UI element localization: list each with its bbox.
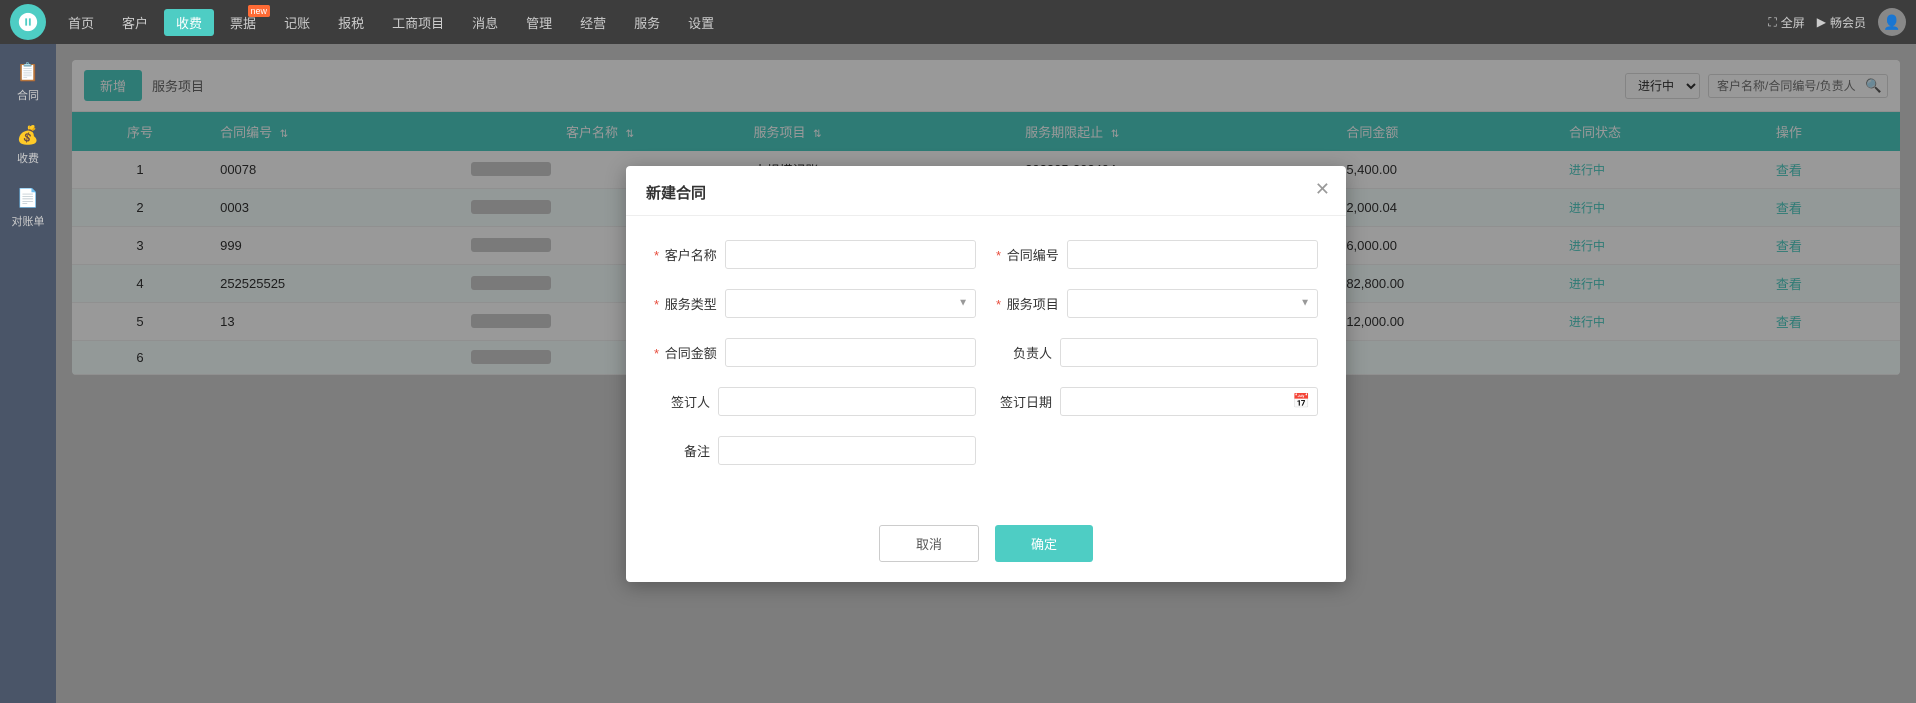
signer-input[interactable]	[718, 387, 976, 416]
signer-label: 签订人	[654, 392, 710, 411]
nav-item-manage[interactable]: 管理	[514, 9, 564, 36]
nav-item-message[interactable]: 消息	[460, 9, 510, 36]
service-item-label: * 服务项目	[996, 294, 1059, 313]
form-group-responsible: 负责人	[996, 338, 1318, 367]
amount-label: * 合同金额	[654, 343, 717, 362]
nav-item-operation[interactable]: 经营	[568, 9, 618, 36]
form-row-4: 签订人 签订日期 2023-06-06 📅	[654, 387, 1318, 416]
fee-icon: 💰	[17, 125, 39, 146]
modal-title: 新建合同	[646, 185, 706, 202]
contract-no-label: * 合同编号	[996, 245, 1059, 264]
nav-item-fee[interactable]: 收费	[164, 9, 214, 36]
required-star-1: *	[654, 248, 659, 263]
statement-icon: 📄	[17, 188, 39, 209]
nav-item-invoice[interactable]: 票据 new	[218, 9, 268, 36]
fullscreen-btn[interactable]: ⛶ 全屏	[1768, 14, 1804, 31]
fullscreen-icon: ⛶	[1768, 15, 1776, 30]
customer-label: * 客户名称	[654, 245, 717, 264]
modal-overlay: 新建合同 ✕ * 客户名称	[56, 44, 1916, 703]
play-icon: ▶	[1817, 15, 1826, 29]
contract-no-input[interactable]	[1067, 240, 1318, 269]
responsible-input[interactable]	[1060, 338, 1318, 367]
amount-input[interactable]: 0.00	[725, 338, 976, 367]
nav-right: ⛶ 全屏 ▶ 畅会员 👤	[1768, 8, 1906, 36]
form-row-5: 备注	[654, 436, 1318, 465]
form-group-amount: * 合同金额 0.00	[654, 338, 976, 367]
nav-item-client[interactable]: 客户	[110, 9, 160, 36]
required-star-5: *	[654, 346, 659, 361]
new-badge: new	[248, 5, 271, 17]
sign-date-input[interactable]: 2023-06-06	[1060, 387, 1318, 416]
nav-item-settings[interactable]: 设置	[676, 9, 726, 36]
app-logo	[10, 4, 46, 40]
nav-item-home[interactable]: 首页	[56, 9, 106, 36]
required-star-4: *	[996, 297, 1001, 312]
nav-items: 首页 客户 收费 票据 new 记账 报税 工商项目 消息 管理 经营 服务 设…	[56, 9, 1768, 36]
cancel-button[interactable]: 取消	[879, 525, 979, 562]
new-contract-modal: 新建合同 ✕ * 客户名称	[626, 166, 1346, 582]
form-group-sign-date: 签订日期 2023-06-06 📅	[996, 387, 1318, 416]
modal-footer: 取消 确定	[626, 509, 1346, 582]
main-content: 新增 服务项目 进行中 已完成 已终止 🔍	[56, 44, 1916, 703]
form-group-service-item: * 服务项目 ▼	[996, 289, 1318, 318]
sign-date-wrap: 2023-06-06 📅	[1060, 387, 1318, 416]
required-star-2: *	[996, 248, 1001, 263]
form-group-customer: * 客户名称	[654, 240, 976, 269]
nav-item-business[interactable]: 工商项目	[380, 9, 456, 36]
customer-name-input[interactable]	[725, 240, 976, 269]
form-group-service-type: * 服务类型 ▼	[654, 289, 976, 318]
sidebar-item-statement[interactable]: 📄 对账单	[4, 180, 52, 237]
app-body: 📋 合同 💰 收费 📄 对账单 新增 服务项目 进行中 已完成 已终止	[0, 44, 1916, 703]
form-row-3: * 合同金额 0.00 负责人	[654, 338, 1318, 367]
form-row-2: * 服务类型 ▼ *	[654, 289, 1318, 318]
nav-item-service[interactable]: 服务	[622, 9, 672, 36]
form-group-note: 备注	[654, 436, 976, 465]
form-group-signer: 签订人	[654, 387, 976, 416]
user-avatar[interactable]: 👤	[1878, 8, 1906, 36]
sign-date-label: 签订日期	[996, 392, 1052, 411]
modal-body: * 客户名称 * 合同编号	[626, 216, 1346, 509]
modal-close-button[interactable]: ✕	[1315, 180, 1330, 198]
service-type-label: * 服务类型	[654, 294, 717, 313]
form-row-1: * 客户名称 * 合同编号	[654, 240, 1318, 269]
confirm-button[interactable]: 确定	[995, 525, 1093, 562]
responsible-label: 负责人	[996, 343, 1052, 362]
nav-item-accounting[interactable]: 记账	[272, 9, 322, 36]
member-btn[interactable]: ▶ 畅会员	[1817, 14, 1866, 31]
contract-icon: 📋	[17, 62, 39, 83]
service-item-wrap: ▼	[1067, 289, 1318, 318]
service-type-select[interactable]	[725, 289, 976, 318]
nav-item-tax[interactable]: 报税	[326, 9, 376, 36]
service-item-select[interactable]	[1067, 289, 1318, 318]
sidebar: 📋 合同 💰 收费 📄 对账单	[0, 44, 56, 703]
note-label: 备注	[654, 441, 710, 460]
note-input[interactable]	[718, 436, 976, 465]
sidebar-item-fee[interactable]: 💰 收费	[4, 117, 52, 174]
modal-header: 新建合同	[626, 166, 1346, 216]
sidebar-item-contract[interactable]: 📋 合同	[4, 54, 52, 111]
form-group-contract-no: * 合同编号	[996, 240, 1318, 269]
service-type-wrap: ▼	[725, 289, 976, 318]
top-nav: 首页 客户 收费 票据 new 记账 报税 工商项目 消息 管理 经营 服务 设…	[0, 0, 1916, 44]
required-star-3: *	[654, 297, 659, 312]
